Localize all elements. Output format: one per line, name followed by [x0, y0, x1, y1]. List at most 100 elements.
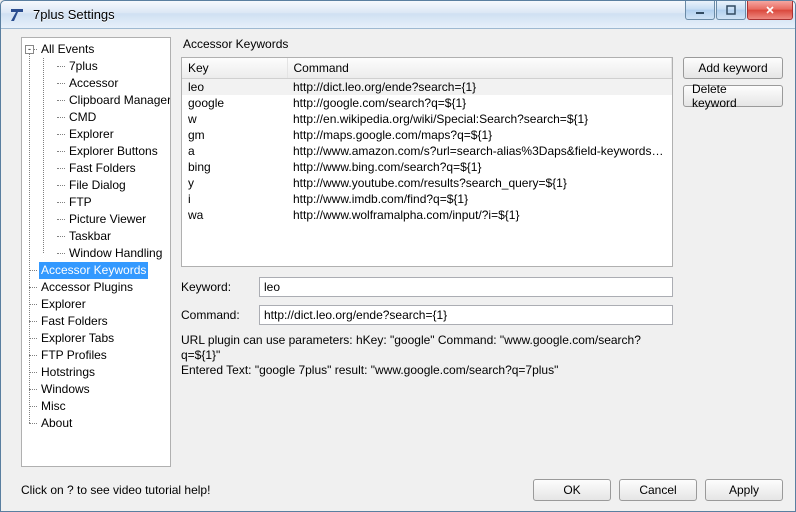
table-row[interactable]: ahttp://www.amazon.com/s?url=search-alia… — [182, 143, 672, 159]
app-icon — [7, 5, 27, 25]
close-icon — [765, 5, 775, 15]
tree-item-label: Clipboard Manager — [67, 92, 171, 109]
titlebar: 7plus Settings — [1, 1, 795, 29]
tree-item-label: Fast Folders — [39, 313, 110, 330]
tree-item-label: FTP Profiles — [39, 347, 109, 364]
tree-item-label: Explorer — [39, 296, 88, 313]
window-title: 7plus Settings — [33, 7, 684, 22]
tree-item-label: Picture Viewer — [67, 211, 148, 228]
cell-key: bing — [182, 159, 287, 175]
settings-window: 7plus Settings -All Events7plusAccessorC… — [0, 0, 796, 512]
tree-item-label: Windows — [39, 381, 92, 398]
tree-item-label: About — [39, 415, 74, 432]
tree-item-label: Taskbar — [67, 228, 113, 245]
tree-item-label: Window Handling — [67, 245, 164, 262]
cell-key: wa — [182, 207, 287, 223]
tree-item-label: File Dialog — [67, 177, 128, 194]
cell-command: http://en.wikipedia.org/wiki/Special:Sea… — [287, 111, 672, 127]
tree-item[interactable]: FTP Profiles — [25, 347, 167, 364]
tree-expander[interactable]: - — [25, 45, 34, 54]
maximize-button[interactable] — [716, 1, 746, 20]
video-help-link[interactable]: Click on ? to see video tutorial help! — [21, 483, 525, 497]
cell-key: leo — [182, 79, 287, 96]
keyword-input[interactable] — [259, 277, 673, 297]
table-row[interactable]: binghttp://www.bing.com/search?q=${1} — [182, 159, 672, 175]
tree-item[interactable]: Accessor Keywords — [25, 262, 167, 279]
table-row[interactable]: googlehttp://google.com/search?q=${1} — [182, 95, 672, 111]
tree-item[interactable]: Picture Viewer — [53, 211, 167, 228]
cell-command: http://www.imdb.com/find?q=${1} — [287, 191, 672, 207]
tree-item[interactable]: Accessor Plugins — [25, 279, 167, 296]
table-row-empty — [182, 239, 672, 255]
table-row-empty — [182, 255, 672, 267]
tree-item[interactable]: Accessor — [53, 75, 167, 92]
tree-item-label: Fast Folders — [67, 160, 138, 177]
cell-command: http://dict.leo.org/ende?search={1} — [287, 79, 672, 96]
tree-item[interactable]: Taskbar — [53, 228, 167, 245]
table-row-empty — [182, 223, 672, 239]
tree-item[interactable]: About — [25, 415, 167, 432]
tree-item[interactable]: Explorer Buttons — [53, 143, 167, 160]
tree-item-label: Accessor — [67, 75, 120, 92]
tree-item-label: Explorer — [67, 126, 116, 143]
table-row[interactable]: wahttp://www.wolframalpha.com/input/?i=$… — [182, 207, 672, 223]
maximize-icon — [726, 5, 736, 15]
cell-command: http://google.com/search?q=${1} — [287, 95, 672, 111]
keywords-table[interactable]: Key Command leohttp://dict.leo.org/ende?… — [181, 57, 673, 267]
table-row[interactable]: yhttp://www.youtube.com/results?search_q… — [182, 175, 672, 191]
cancel-button[interactable]: Cancel — [619, 479, 697, 501]
tree-item[interactable]: Clipboard Manager — [53, 92, 167, 109]
tree-item[interactable]: Hotstrings — [25, 364, 167, 381]
tree-item-label: Explorer Tabs — [39, 330, 116, 347]
minimize-button[interactable] — [685, 1, 715, 20]
tree-item[interactable]: File Dialog — [53, 177, 167, 194]
close-button[interactable] — [747, 1, 793, 20]
cell-command: http://maps.google.com/maps?q=${1} — [287, 127, 672, 143]
table-row[interactable]: ihttp://www.imdb.com/find?q=${1} — [182, 191, 672, 207]
tree-item-label: CMD — [67, 109, 98, 126]
tree-item[interactable]: FTP — [53, 194, 167, 211]
tree-item-label: Explorer Buttons — [67, 143, 160, 160]
help-line-2: Entered Text: "google 7plus" result: "ww… — [181, 363, 673, 378]
cell-key: a — [182, 143, 287, 159]
tree-item-all-events[interactable]: -All Events7plusAccessorClipboard Manage… — [25, 41, 167, 262]
cell-key: i — [182, 191, 287, 207]
table-row[interactable]: whttp://en.wikipedia.org/wiki/Special:Se… — [182, 111, 672, 127]
help-line-1: URL plugin can use parameters: hKey: "go… — [181, 333, 673, 363]
help-text: URL plugin can use parameters: hKey: "go… — [181, 333, 673, 378]
tree-item-label: All Events — [39, 41, 96, 58]
cell-command: http://www.bing.com/search?q=${1} — [287, 159, 672, 175]
tree-item-label: Misc — [39, 398, 68, 415]
table-row[interactable]: leohttp://dict.leo.org/ende?search={1} — [182, 79, 672, 96]
tree-item[interactable]: 7plus — [53, 58, 167, 75]
minimize-icon — [695, 5, 705, 15]
ok-button[interactable]: OK — [533, 479, 611, 501]
tree-item[interactable]: Window Handling — [53, 245, 167, 262]
command-label: Command: — [181, 308, 251, 322]
col-header-command[interactable]: Command — [287, 58, 672, 79]
col-header-key[interactable]: Key — [182, 58, 287, 79]
tree-item-label: Hotstrings — [39, 364, 97, 381]
section-title: Accessor Keywords — [183, 37, 783, 51]
tree-item[interactable]: Explorer — [53, 126, 167, 143]
tree-item[interactable]: CMD — [53, 109, 167, 126]
tree-item[interactable]: Explorer — [25, 296, 167, 313]
tree-item-label: FTP — [67, 194, 94, 211]
tree-item[interactable]: Explorer Tabs — [25, 330, 167, 347]
tree-item-label: Accessor Keywords — [39, 262, 148, 279]
cell-command: http://www.amazon.com/s?url=search-alias… — [287, 143, 672, 159]
cell-key: google — [182, 95, 287, 111]
command-input[interactable] — [259, 305, 673, 325]
add-keyword-button[interactable]: Add keyword — [683, 57, 783, 79]
tree-item[interactable]: Fast Folders — [53, 160, 167, 177]
tree-item-label: 7plus — [67, 58, 100, 75]
delete-keyword-button[interactable]: Delete keyword — [683, 85, 783, 107]
tree-item[interactable]: Fast Folders — [25, 313, 167, 330]
tree-item[interactable]: Misc — [25, 398, 167, 415]
cell-key: gm — [182, 127, 287, 143]
apply-button[interactable]: Apply — [705, 479, 783, 501]
cell-command: http://www.wolframalpha.com/input/?i=${1… — [287, 207, 672, 223]
tree-item[interactable]: Windows — [25, 381, 167, 398]
category-tree[interactable]: -All Events7plusAccessorClipboard Manage… — [21, 37, 171, 467]
table-row[interactable]: gmhttp://maps.google.com/maps?q=${1} — [182, 127, 672, 143]
